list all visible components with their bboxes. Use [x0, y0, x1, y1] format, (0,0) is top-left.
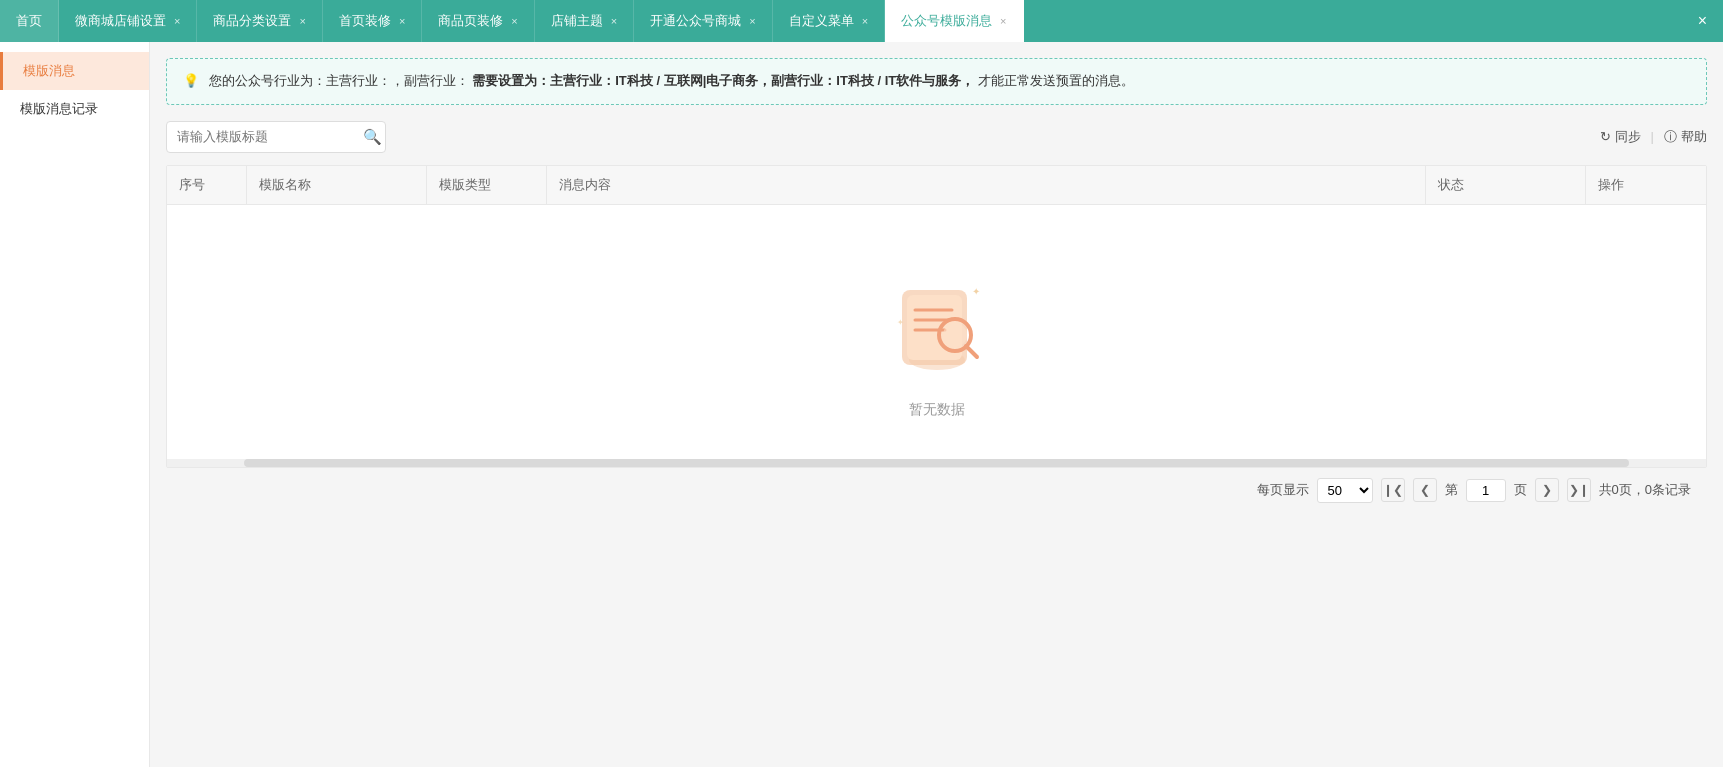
close-all-button[interactable]: ×	[1682, 0, 1723, 42]
page-word: 页	[1514, 481, 1527, 499]
empty-text: 暂无数据	[909, 401, 965, 419]
tab-homepage-label: 首页装修	[339, 12, 391, 30]
close-tab-custommenu[interactable]: ×	[862, 15, 868, 27]
tab-product[interactable]: 商品页装修 ×	[422, 0, 534, 42]
sync-button[interactable]: ↻ 同步	[1600, 128, 1641, 146]
help-icon: ⓘ	[1664, 128, 1677, 146]
search-actions: ↻ 同步 | ⓘ 帮助	[1600, 128, 1707, 146]
close-tab-openstore[interactable]: ×	[749, 15, 755, 27]
tab-openstore[interactable]: 开通公众号商城 ×	[634, 0, 772, 42]
tab-template[interactable]: 公众号模版消息 ×	[885, 0, 1023, 42]
help-label: 帮助	[1681, 128, 1707, 146]
table-header: 序号 模版名称 模版类型 消息内容 状态 操作	[167, 166, 1706, 205]
tab-home-label: 首页	[16, 12, 42, 30]
page-di-word: 第	[1445, 481, 1458, 499]
col-action: 操作	[1586, 166, 1706, 204]
sidebar-item-template-msg-label: 模版消息	[23, 63, 75, 78]
tab-weshop-label: 微商城店铺设置	[75, 12, 166, 30]
tab-openstore-label: 开通公众号商城	[650, 12, 741, 30]
search-button[interactable]: 🔍	[355, 122, 386, 152]
scrollbar-area[interactable]	[167, 459, 1706, 467]
page-size-select[interactable]: 50 10 20 100	[1317, 478, 1373, 503]
tab-product-label: 商品页装修	[438, 12, 503, 30]
tab-custommenu[interactable]: 自定义菜单 ×	[773, 0, 885, 42]
search-input-container: 🔍	[166, 121, 386, 153]
page-total: 共0页，0条记录	[1599, 481, 1691, 499]
prev-page-button[interactable]: ❮	[1413, 478, 1437, 502]
notice-box: 💡 您的公众号行业为：主营行业：，副营行业： 需要设置为：主营行业：IT科技 /…	[166, 58, 1707, 105]
sidebar: 模版消息 模版消息记录	[0, 42, 150, 767]
tab-home[interactable]: 首页	[0, 0, 59, 42]
notice-highlight: 需要设置为：主营行业：IT科技 / 互联网|电子商务，副营行业：IT科技 / I…	[472, 73, 974, 88]
col-status: 状态	[1426, 166, 1586, 204]
notice-suffix: 才能正常发送预置的消息。	[978, 73, 1134, 88]
help-button[interactable]: ⓘ 帮助	[1664, 128, 1707, 146]
tab-theme-label: 店铺主题	[551, 12, 603, 30]
lightbulb-icon: 💡	[183, 73, 199, 88]
search-icon: 🔍	[363, 128, 382, 145]
svg-point-7	[943, 323, 967, 347]
close-tab-weshop[interactable]: ×	[174, 15, 180, 27]
tab-category-label: 商品分类设置	[213, 12, 291, 30]
svg-text:✦: ✦	[897, 318, 904, 327]
table-container: 序号 模版名称 模版类型 消息内容 状态 操作	[166, 165, 1707, 468]
tab-weshop[interactable]: 微商城店铺设置 ×	[59, 0, 197, 42]
tab-custommenu-label: 自定义菜单	[789, 12, 854, 30]
close-tab-theme[interactable]: ×	[611, 15, 617, 27]
sidebar-item-template-record[interactable]: 模版消息记录	[0, 90, 149, 128]
col-index: 序号	[167, 166, 247, 204]
empty-state: ✦ ✦ 暂无数据	[167, 205, 1706, 459]
content-area: 💡 您的公众号行业为：主营行业：，副营行业： 需要设置为：主营行业：IT科技 /…	[150, 42, 1723, 767]
col-type: 模版类型	[427, 166, 547, 204]
close-tab-homepage[interactable]: ×	[399, 15, 405, 27]
sidebar-item-template-record-label: 模版消息记录	[20, 101, 98, 116]
notice-prefix: 您的公众号行业为：主营行业：，副营行业：	[209, 73, 469, 88]
tab-template-label: 公众号模版消息	[901, 12, 992, 30]
close-tab-category[interactable]: ×	[299, 15, 305, 27]
col-content: 消息内容	[547, 166, 1426, 204]
scrollbar-track	[244, 459, 1629, 467]
tab-theme[interactable]: 店铺主题 ×	[535, 0, 634, 42]
last-page-button[interactable]: ❯❙	[1567, 478, 1591, 502]
col-name: 模版名称	[247, 166, 427, 204]
page-number-input[interactable]	[1466, 479, 1506, 502]
close-tab-product[interactable]: ×	[511, 15, 517, 27]
sidebar-item-template-msg[interactable]: 模版消息	[0, 52, 149, 90]
tab-category[interactable]: 商品分类设置 ×	[197, 0, 322, 42]
next-page-button[interactable]: ❯	[1535, 478, 1559, 502]
svg-line-8	[966, 346, 977, 357]
empty-icon: ✦ ✦	[877, 265, 997, 385]
divider: |	[1651, 129, 1654, 144]
sync-icon: ↻	[1600, 129, 1611, 144]
svg-text:✦: ✦	[972, 286, 980, 297]
main-layout: 模版消息 模版消息记录 💡 您的公众号行业为：主营行业：，副营行业： 需要设置为…	[0, 42, 1723, 767]
tab-homepage[interactable]: 首页装修 ×	[323, 0, 422, 42]
search-input[interactable]	[167, 123, 355, 150]
pagination: 每页显示 50 10 20 100 ❙❮ ❮ 第 页 ❯ ❯❙ 共0页，0条记录	[166, 468, 1707, 513]
first-page-button[interactable]: ❙❮	[1381, 478, 1405, 502]
top-navigation: 首页 微商城店铺设置 × 商品分类设置 × 首页装修 × 商品页装修 × 店铺主…	[0, 0, 1723, 42]
page-size-label: 每页显示	[1257, 481, 1309, 499]
sync-label: 同步	[1615, 128, 1641, 146]
search-bar: 🔍 ↻ 同步 | ⓘ 帮助	[166, 121, 1707, 153]
close-tab-template[interactable]: ×	[1000, 15, 1006, 27]
